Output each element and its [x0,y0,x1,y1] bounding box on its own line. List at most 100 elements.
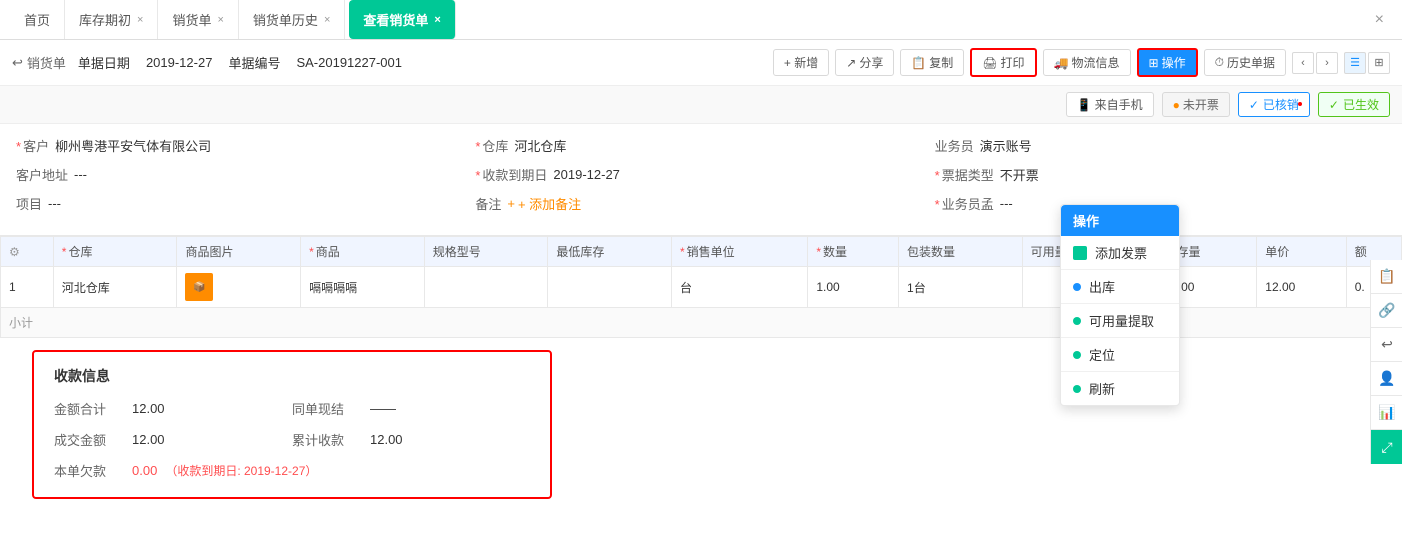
copy-icon: 📋 [911,56,926,70]
right-icon-link[interactable]: 🔗 [1371,294,1402,328]
right-icon-expand[interactable]: ⤢ [1371,430,1402,464]
payment-date-value: 2019-12-27 [553,167,620,182]
summary-total-value: 12.00 [132,401,165,416]
from-phone-button[interactable]: 📱 来自手机 [1066,92,1154,117]
refresh-dot-icon [1073,385,1081,393]
dropdown-item-available-qty[interactable]: 可用量提取 [1061,304,1179,338]
data-table: ⚙ 仓库 商品图片 商品 规格型号 最低库存 销售单位 数量 包装数量 可用量 … [0,236,1402,338]
dot-orange-icon: ● [1173,98,1180,112]
cell-warehouse: 河北仓库 [53,267,177,308]
project-value: --- [48,196,61,211]
grid-icon: ⊞ [1149,56,1159,70]
dropdown-item-locate[interactable]: 定位 [1061,338,1179,372]
tab-inventory-init[interactable]: 库存期初 × [65,0,158,39]
grid-view-button[interactable]: ⊞ [1368,52,1390,74]
doc-type-icon: ↩ [12,55,23,71]
table-header-row: ⚙ 仓库 商品图片 商品 规格型号 最低库存 销售单位 数量 包装数量 可用量 … [1,237,1402,267]
ticket-type-value: 不开票 [1000,165,1039,184]
print-button[interactable]: 🖨 打印 [970,48,1036,77]
list-view-button[interactable]: ☰ [1344,52,1366,74]
truck-icon: 🚚 [1054,56,1069,70]
customer-value: 柳州粤港平安气体有限公司 [55,136,211,155]
tab-close-history[interactable]: × [324,14,330,26]
warehouse-field: 仓库 河北仓库 [475,136,926,155]
cell-sales-unit: 台 [672,267,808,308]
summary-same-order-label: 同单现结 [292,399,362,418]
add-note-button[interactable]: + + 添加备注 [507,194,581,213]
project-label: 项目 [16,194,42,213]
prev-record-button[interactable]: ‹ [1292,52,1314,74]
cell-quantity: 1.00 [808,267,899,308]
right-icon-copy[interactable]: 📋 [1371,260,1402,294]
summary-transaction-label: 成交金额 [54,430,124,449]
tab-close-sales[interactable]: × [217,14,223,26]
print-icon: 🖨 [982,56,997,70]
col-spec: 规格型号 [424,237,548,267]
employee-value: 演示账号 [980,136,1032,155]
col-settings[interactable]: ⚙ [1,237,54,267]
cell-product: 嗝嗝嗝嗝 [301,267,425,308]
plus-icon: + [507,196,515,211]
operations-button[interactable]: ⊞ 操作 [1137,48,1198,77]
table-row: 1 河北仓库 📦 嗝嗝嗝嗝 台 1.00 1台 12.00 12.00 0. [1,267,1402,308]
summary-transaction-row: 成交金额 12.00 [54,427,292,452]
sub-toolbar: 📱 来自手机 ● 未开票 ✓ 已核销 ✓ 已生效 [0,86,1402,124]
project-field: 项目 --- [16,194,467,213]
available-qty-dot-icon [1073,317,1081,325]
summary-cumulative-row: 累计收款 12.00 [292,427,530,452]
form-area: 客户 柳州粤港平安气体有限公司 仓库 河北仓库 业务员 演示账号 客户地址 --… [0,124,1402,235]
summary-cumulative-label: 累计收款 [292,430,362,449]
logistics-button[interactable]: 🚚 物流信息 [1043,49,1131,76]
dropdown-item-add-invoice[interactable]: 添加发票 [1061,236,1179,270]
cell-unit-price: 12.00 [1257,267,1346,308]
payment-date-label: 收款到期日 [475,165,547,184]
col-min-stock: 最低库存 [548,237,672,267]
window-close-icon[interactable]: × [1367,11,1392,28]
dropdown-item-refresh[interactable]: 刷新 [1061,372,1179,405]
tab-bar-close-area: × [1367,11,1392,29]
doc-date-value: 2019-12-27 [146,55,213,70]
cell-min-stock [548,267,672,308]
not-opened-button[interactable]: ● 未开票 [1162,92,1230,117]
product-thumbnail: 📦 [185,273,213,301]
effective-button[interactable]: ✓ 已生效 [1318,92,1390,117]
form-row-3: 项目 --- 备注 + + 添加备注 业务员孟 --- [16,194,1386,213]
tab-home[interactable]: 首页 [10,0,65,39]
summary-title: 收款信息 [54,366,530,386]
tab-close-inventory[interactable]: × [137,14,143,26]
summary-transaction-value: 12.00 [132,432,165,447]
tab-view-sales[interactable]: 查看销货单 × [349,0,455,39]
doc-meta: 单据日期 2019-12-27 单据编号 SA-20191227-001 [78,53,402,72]
right-icon-return[interactable]: ↩ [1371,328,1402,362]
right-icon-panel: 📋 🔗 ↩ 👤 📊 ⤢ [1370,260,1402,464]
main-content: ↩ 销货单 单据日期 2019-12-27 单据编号 SA-20191227-0… [0,40,1402,533]
doc-title-area: ↩ 销货单 单据日期 2019-12-27 单据编号 SA-20191227-0… [12,53,765,72]
dropdown-header: 操作 [1061,205,1179,236]
doc-date-label: 单据日期 [78,53,130,72]
col-pack-qty: 包装数量 [899,237,1023,267]
next-record-button[interactable]: › [1316,52,1338,74]
dropdown-item-outbound[interactable]: 出库 [1061,270,1179,304]
tab-close-view[interactable]: × [434,14,440,26]
cell-index: 1 [1,267,54,308]
summary-box: 收款信息 金额合计 12.00 同单现结 —— 成交金额 12.00 累计收款 … [32,350,552,499]
data-table-wrap: ⚙ 仓库 商品图片 商品 规格型号 最低库存 销售单位 数量 包装数量 可用量 … [0,235,1402,338]
new-button[interactable]: + 新增 [773,49,829,76]
right-icon-chart[interactable]: 📊 [1371,396,1402,430]
tab-sales-history[interactable]: 销货单历史 × [239,0,345,39]
right-icon-user[interactable]: 👤 [1371,362,1402,396]
table-subtotal-row: 小计 [1,308,1402,338]
employee-field: 业务员 演示账号 [935,136,1386,155]
history-button[interactable]: ⏱ 历史单据 [1204,49,1286,76]
tab-sales-order[interactable]: 销货单 × [158,0,238,39]
copy-button[interactable]: 📋 复制 [900,49,964,76]
operations-dropdown-container: 操作 添加发票 出库 可用量提取 定位 刷新 [1298,102,1302,106]
share-button[interactable]: ↗ 分享 [835,49,894,76]
nav-arrows: ‹ › [1292,52,1338,74]
col-warehouse: 仓库 [53,237,177,267]
subtotal-label: 小计 [1,308,1402,338]
address-label: 客户地址 [16,165,68,184]
employee-label: 业务员 [935,136,974,155]
salesperson-value: --- [1000,196,1013,211]
check-circle-icon: ✓ [1329,98,1339,112]
